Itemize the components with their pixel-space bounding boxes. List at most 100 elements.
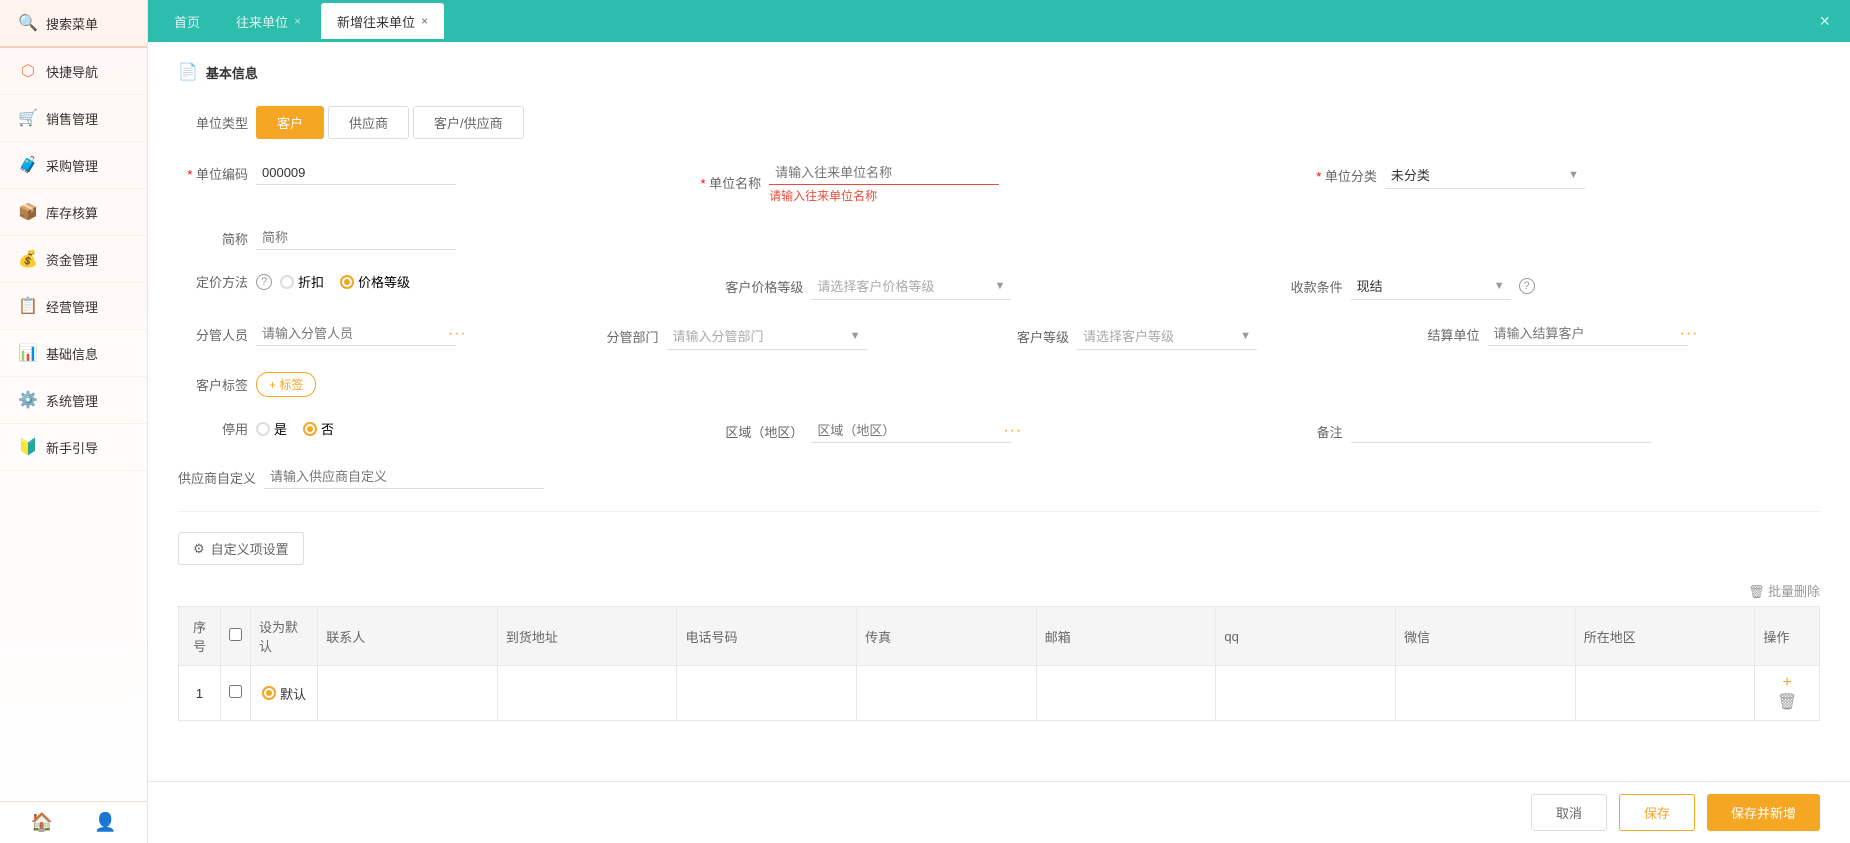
unit-name-group: 单位名称 请输入往来单位名称 bbox=[691, 161, 1307, 204]
tab-partner[interactable]: 往来单位 × bbox=[220, 3, 317, 39]
row-add-btn[interactable]: + bbox=[1779, 674, 1796, 692]
batch-delete-btn[interactable]: 🗑 批量删除 bbox=[178, 581, 1820, 600]
custom-settings-button[interactable]: ⚙ 自定义项设置 bbox=[178, 532, 304, 565]
row-seq: 1 bbox=[179, 666, 221, 721]
tab-partner-close[interactable]: × bbox=[294, 14, 301, 28]
col-action: 操作 bbox=[1755, 607, 1820, 666]
sidebar-item-basic-info[interactable]: 📊 基础信息 bbox=[0, 330, 147, 377]
tab-new-partner-label: 新增往来单位 bbox=[337, 12, 415, 31]
manager-group: 分管人员 ··· bbox=[178, 322, 589, 346]
row-email-input[interactable] bbox=[1045, 686, 1208, 701]
manager-row: 分管人员 ··· 分管部门 请输入分管部门 ▼ 客户等级 请选择客户等级 ▼ bbox=[178, 322, 1820, 350]
manager-input[interactable] bbox=[256, 322, 444, 345]
save-button[interactable]: 保存 bbox=[1619, 794, 1695, 831]
pricing-method-group: 定价方法 ? 折扣 价格等级 bbox=[178, 272, 725, 291]
pricing-radio-price-level[interactable]: 价格等级 bbox=[340, 272, 410, 291]
sidebar-item-label: 搜索菜单 bbox=[46, 14, 98, 33]
payment-terms-help-icon[interactable]: ? bbox=[1519, 278, 1535, 294]
row-delete-btn[interactable]: 🗑 bbox=[1773, 692, 1801, 712]
short-name-input[interactable] bbox=[256, 226, 456, 250]
sidebar-item-purchase[interactable]: 🧳 采购管理 bbox=[0, 142, 147, 189]
unit-category-label: 单位分类 bbox=[1307, 166, 1377, 185]
payment-terms-group: 收款条件 现结 ▼ ? bbox=[1273, 272, 1820, 300]
payment-terms-select[interactable]: 现结 ▼ bbox=[1351, 272, 1511, 300]
select-all-checkbox[interactable] bbox=[229, 628, 242, 641]
row-checkbox[interactable] bbox=[229, 685, 242, 698]
type-btn-customer[interactable]: 客户 bbox=[256, 106, 324, 139]
user-bottom-icon[interactable]: 👤 bbox=[94, 812, 116, 833]
type-btn-supplier[interactable]: 供应商 bbox=[328, 106, 409, 139]
department-select[interactable]: 请输入分管部门 ▼ bbox=[667, 322, 867, 350]
tab-new-partner-close[interactable]: × bbox=[421, 14, 428, 28]
tab-new-partner[interactable]: 新增往来单位 × bbox=[321, 3, 444, 39]
payment-terms-label: 收款条件 bbox=[1273, 277, 1343, 296]
tab-home-label: 首页 bbox=[174, 12, 200, 31]
manager-dots-btn[interactable]: ··· bbox=[444, 325, 471, 343]
pricing-help-icon[interactable]: ? bbox=[256, 274, 272, 290]
customer-level-group: 客户等级 请选择客户等级 ▼ bbox=[999, 322, 1410, 350]
department-label: 分管部门 bbox=[589, 327, 659, 346]
customer-level-select[interactable]: 请选择客户等级 ▼ bbox=[1077, 322, 1257, 350]
sidebar-item-finance[interactable]: 💰 资金管理 bbox=[0, 236, 147, 283]
pricing-radio-discount[interactable]: 折扣 bbox=[280, 272, 324, 291]
row-address-input[interactable] bbox=[506, 686, 669, 701]
home-bottom-icon[interactable]: 🏠 bbox=[31, 812, 53, 833]
tab-partner-label: 往来单位 bbox=[236, 12, 288, 31]
row-fax-input[interactable] bbox=[865, 686, 1028, 701]
row-wechat-input[interactable] bbox=[1404, 686, 1567, 701]
sidebar-item-guide[interactable]: 🔰 新手引导 bbox=[0, 424, 147, 471]
manager-input-wrapper: ··· bbox=[256, 322, 456, 346]
divider bbox=[178, 511, 1820, 512]
tab-home[interactable]: 首页 bbox=[158, 3, 216, 39]
col-address: 到货地址 bbox=[497, 607, 677, 666]
cancel-button[interactable]: 取消 bbox=[1531, 794, 1607, 831]
supplier-custom-row: 供应商自定义 bbox=[178, 465, 1820, 489]
col-default: 设为默认 bbox=[250, 607, 317, 666]
sidebar-item-sales[interactable]: 🛒 销售管理 bbox=[0, 95, 147, 142]
add-tag-button[interactable]: + 标签 bbox=[256, 372, 316, 397]
contact-table: 序号 设为默认 联系人 到货地址 电话号码 传真 邮箱 qq 微信 所在地区 操… bbox=[178, 606, 1820, 721]
sidebar-item-label: 快捷导航 bbox=[46, 62, 98, 81]
customer-price-level-select[interactable]: 请选择客户价格等级 ▼ bbox=[811, 272, 1011, 300]
disable-label: 停用 bbox=[178, 419, 248, 438]
supplier-custom-group: 供应商自定义 bbox=[178, 465, 1820, 489]
col-seq: 序号 bbox=[179, 607, 221, 666]
footer: 取消 保存 保存并新增 bbox=[148, 781, 1850, 843]
settlement-unit-input[interactable] bbox=[1488, 322, 1676, 345]
pricing-radio-discount-label: 折扣 bbox=[298, 272, 324, 291]
disable-no[interactable]: 否 bbox=[303, 419, 334, 438]
sidebar-item-inventory[interactable]: 📦 库存核算 bbox=[0, 189, 147, 236]
department-placeholder: 请输入分管部门 bbox=[673, 326, 846, 345]
sidebar-item-operations[interactable]: 📋 经营管理 bbox=[0, 283, 147, 330]
row-qq bbox=[1216, 666, 1396, 721]
unit-name-input[interactable] bbox=[769, 161, 999, 185]
disable-yes[interactable]: 是 bbox=[256, 419, 287, 438]
unit-type-buttons: 客户 供应商 客户/供应商 bbox=[256, 106, 524, 139]
settlement-unit-dots-btn[interactable]: ··· bbox=[1676, 325, 1703, 343]
region-label: 区域（地区） bbox=[725, 422, 803, 441]
col-wechat: 微信 bbox=[1396, 607, 1576, 666]
pricing-radio-discount-circle bbox=[280, 275, 294, 289]
unit-category-select[interactable]: 未分类 ▼ bbox=[1385, 161, 1585, 189]
row-phone-input[interactable] bbox=[685, 686, 848, 701]
sidebar-item-search[interactable]: 🔍 搜索菜单 bbox=[0, 0, 147, 48]
type-btn-both[interactable]: 客户/供应商 bbox=[413, 106, 524, 139]
sidebar-item-system[interactable]: ⚙️ 系统管理 bbox=[0, 377, 147, 424]
region-dots-btn[interactable]: ··· bbox=[999, 422, 1026, 440]
region-input[interactable] bbox=[811, 419, 999, 442]
sidebar-item-quick-nav[interactable]: ⬡ 快捷导航 bbox=[0, 48, 147, 95]
unit-code-input[interactable] bbox=[256, 161, 456, 185]
supplier-custom-input[interactable] bbox=[264, 465, 544, 489]
customer-price-level-group: 客户价格等级 请选择客户价格等级 ▼ bbox=[725, 272, 1272, 300]
row-contact-input[interactable] bbox=[326, 686, 489, 701]
row-location-input[interactable] bbox=[1584, 686, 1747, 701]
row-qq-input[interactable] bbox=[1224, 686, 1387, 701]
remark-input[interactable] bbox=[1351, 419, 1651, 443]
row-default-radio[interactable]: 默认 bbox=[259, 684, 309, 703]
supplier-custom-label: 供应商自定义 bbox=[178, 468, 256, 487]
short-name-group: 简称 bbox=[178, 226, 1820, 250]
save-new-button[interactable]: 保存并新增 bbox=[1707, 794, 1820, 831]
row-action: + 🗑 bbox=[1755, 666, 1820, 721]
unit-type-row: 单位类型 客户 供应商 客户/供应商 bbox=[178, 106, 1820, 139]
window-close-button[interactable]: × bbox=[1809, 11, 1840, 32]
